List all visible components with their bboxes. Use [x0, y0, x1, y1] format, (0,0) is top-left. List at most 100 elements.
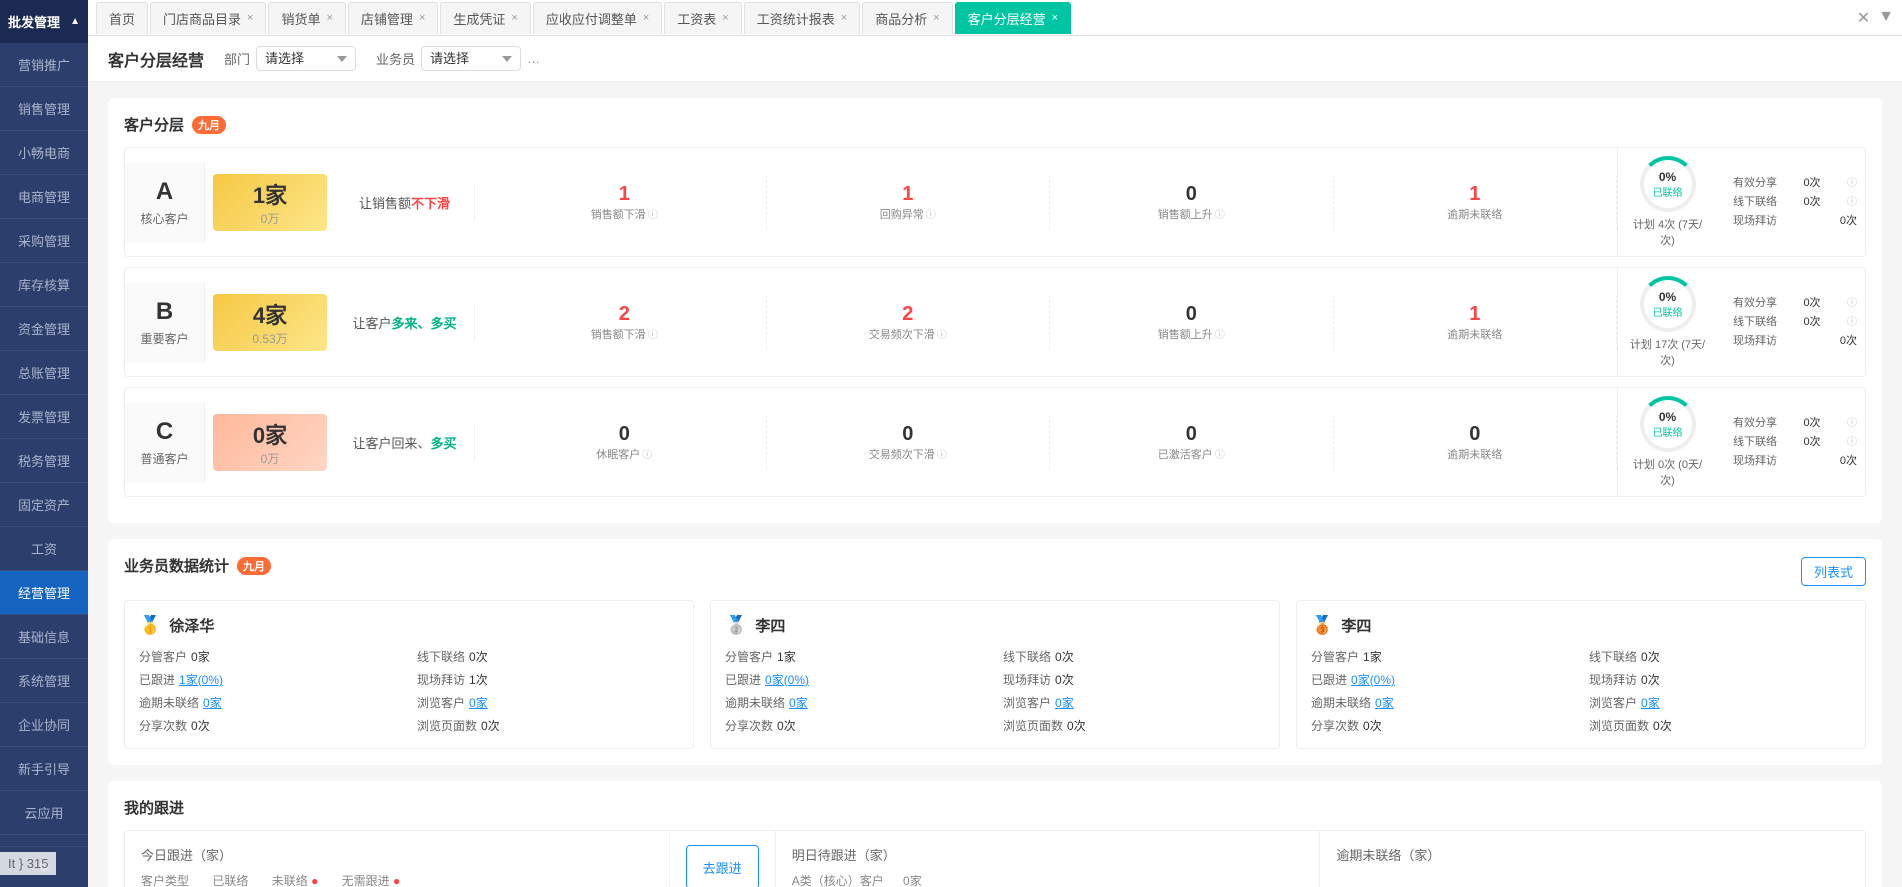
sidebar-item-fapiao[interactable]: 发票管理: [0, 395, 88, 439]
tab-close-icon[interactable]: ✕: [1857, 8, 1870, 28]
tab-home[interactable]: 首页: [96, 2, 148, 34]
tab-dianpu-close[interactable]: ×: [419, 13, 425, 24]
tier-b-stat: 4家 0.53万: [205, 286, 335, 359]
metric-b-2-num: 0: [1054, 303, 1329, 326]
metric-b-2[interactable]: 0 销售额上升 ⓘ: [1050, 295, 1334, 350]
metric-b-1[interactable]: 2 交易频次下滑 ⓘ: [767, 295, 1051, 350]
metric-a-3[interactable]: 1 逾期未联络: [1334, 175, 1618, 230]
sidebar-item-yunyingyong[interactable]: 云应用: [0, 791, 88, 835]
tab-home-label: 首页: [109, 9, 135, 28]
staff-1-val-1: 0次: [1055, 648, 1074, 665]
sidebar-item-zhangzhang[interactable]: 总账管理: [0, 351, 88, 395]
sidebar-item-yingxiao[interactable]: 营销推广: [0, 43, 88, 87]
sidebar-item-xiaochangdianshang[interactable]: 小畅电商: [0, 131, 88, 175]
sidebar-item-qiye[interactable]: 企业协同: [0, 703, 88, 747]
tab-tongji-close[interactable]: ×: [841, 13, 847, 24]
sidebar-item-kucun[interactable]: 库存核算: [0, 263, 88, 307]
month-badge: 九月: [192, 116, 226, 134]
sidebar-item-label: 小畅电商: [18, 146, 70, 161]
tab-yingshou[interactable]: 应收应付调整单 ×: [533, 2, 662, 34]
tab-dianpu[interactable]: 店铺管理 ×: [348, 2, 438, 34]
tab-shangpin-close[interactable]: ×: [933, 13, 939, 24]
content-header: 客户分层经营 部门 请选择 业务员 请选择 …: [88, 36, 1902, 82]
sidebar-item-xiaoshou[interactable]: 销售管理: [0, 87, 88, 131]
metric-a-0[interactable]: 1 销售额下滑 ⓘ: [483, 175, 767, 230]
more-options-icon[interactable]: …: [527, 51, 540, 66]
tab-kehu[interactable]: 客户分层经营 ×: [955, 2, 1071, 34]
staff-0-val-2[interactable]: 1家(0%): [179, 671, 223, 688]
staff-1-val-3: 0次: [1055, 671, 1074, 688]
staff-1-val-2[interactable]: 0家(0%): [765, 671, 809, 688]
sidebar-item-jichu[interactable]: 基础信息: [0, 615, 88, 659]
staff-1-header: 🥈 李四: [725, 615, 1265, 636]
sidebar-item-label: 企业协同: [18, 718, 70, 733]
metric-c-1[interactable]: 0 交易频次下滑 ⓘ: [767, 415, 1051, 470]
tab-kehu-close[interactable]: ×: [1052, 13, 1058, 24]
followup-partial-content: 客户类型 已联络 未联络 ● 无需跟进 ●: [141, 872, 653, 887]
staff-0-val-5[interactable]: 0家: [469, 694, 488, 711]
tier-b-name: 重要客户: [137, 330, 192, 347]
sidebar-item-label: 总账管理: [18, 366, 70, 381]
staff-2-val-3: 0次: [1641, 671, 1660, 688]
tier-a-letter: A: [137, 178, 192, 206]
metric-c-3-num: 0: [1338, 423, 1613, 446]
sidebar-item-xitong[interactable]: 系统管理: [0, 659, 88, 703]
staff-0-val-0[interactable]: 0家: [191, 648, 210, 665]
sidebar-item-xinshou[interactable]: 新手引导: [0, 747, 88, 791]
staff-2-val-2[interactable]: 0家(0%): [1351, 671, 1395, 688]
tab-menu-icon[interactable]: ▼: [1878, 8, 1894, 28]
metric-b-0[interactable]: 2 销售额下滑 ⓘ: [483, 295, 767, 350]
sidebar-item-shuiwu[interactable]: 税务管理: [0, 439, 88, 483]
metric-c-2[interactable]: 0 已激活客户 ⓘ: [1050, 415, 1334, 470]
tab-mendian[interactable]: 门店商品目录 ×: [150, 2, 266, 34]
tab-mendian-close[interactable]: ×: [247, 13, 253, 24]
tier-b-count: 4家: [215, 298, 325, 330]
tab-gongzi-close[interactable]: ×: [722, 13, 728, 24]
tab-tongji[interactable]: 工资统计报表 ×: [744, 2, 860, 34]
tab-xiaohuo-close[interactable]: ×: [326, 13, 332, 24]
info-icon: ⓘ: [1847, 313, 1857, 329]
tab-pingzheng-close[interactable]: ×: [511, 13, 517, 24]
sidebar-item-label: 固定资产: [18, 498, 70, 513]
extra-c-2: 现场拜访 0次: [1733, 452, 1857, 468]
extra-a-0: 有效分享 0次 ⓘ: [1733, 174, 1857, 190]
info-icon: ⓘ: [1847, 174, 1857, 190]
tab-shangpin[interactable]: 商品分析 ×: [862, 2, 952, 34]
staff-0-stat-1: 线下联络 0次: [417, 648, 679, 665]
dept-select[interactable]: 请选择: [256, 46, 356, 71]
tab-gongzi[interactable]: 工资表 ×: [664, 2, 741, 34]
sidebar-item-label: 系统管理: [18, 674, 70, 689]
sidebar-item-dianshang[interactable]: 电商管理: [0, 175, 88, 219]
tier-a-action: 让销售额不下滑: [335, 185, 475, 220]
tab-gongzi-label: 工资表: [677, 9, 716, 28]
sidebar-item-guding[interactable]: 固定资产: [0, 483, 88, 527]
metric-c-3[interactable]: 0 逾期未联络: [1334, 415, 1618, 470]
staff-2-val-5[interactable]: 0家: [1641, 694, 1660, 711]
gauge-c: 0% 已联络 计划 0次 (0天/次): [1617, 388, 1717, 496]
metric-b-1-num: 2: [771, 303, 1046, 326]
genjin-button[interactable]: 去跟进: [686, 845, 759, 887]
sales-select[interactable]: 请选择: [421, 46, 521, 71]
sidebar-item-jingying[interactable]: 经营管理: [0, 571, 88, 615]
metric-a-1[interactable]: 1 回购异常 ⓘ: [767, 175, 1051, 230]
tier-c-stat: 0家 0万: [205, 406, 335, 479]
tab-xiaohuo[interactable]: 销货单 ×: [268, 2, 345, 34]
metric-b-3[interactable]: 1 逾期未联络: [1334, 295, 1618, 350]
sidebar-top-item[interactable]: 批发管理 ▲: [0, 0, 88, 43]
tab-yingshou-close[interactable]: ×: [643, 13, 649, 24]
staff-0-val-4[interactable]: 0家: [203, 694, 222, 711]
sidebar-collapse-icon: ▲: [70, 16, 80, 27]
metric-a-2[interactable]: 0 销售额上升 ⓘ: [1050, 175, 1334, 230]
tab-pingzheng[interactable]: 生成凭证 ×: [440, 2, 530, 34]
overdue-col: 逾期未联络（家）: [1320, 831, 1865, 887]
list-view-button[interactable]: 列表式: [1801, 557, 1866, 586]
metric-c-0[interactable]: 0 休眠客户 ⓘ: [483, 415, 767, 470]
sidebar-item-gongzi[interactable]: 工资: [0, 527, 88, 571]
staff-2-val-4[interactable]: 0家: [1375, 694, 1394, 711]
sidebar-item-caigou[interactable]: 采购管理: [0, 219, 88, 263]
sidebar-item-zijin[interactable]: 资金管理: [0, 307, 88, 351]
staff-1-val-4[interactable]: 0家: [789, 694, 808, 711]
info-icon: ⓘ: [1215, 446, 1225, 461]
metric-a-0-num: 1: [487, 183, 762, 206]
staff-1-val-5[interactable]: 0家: [1055, 694, 1074, 711]
